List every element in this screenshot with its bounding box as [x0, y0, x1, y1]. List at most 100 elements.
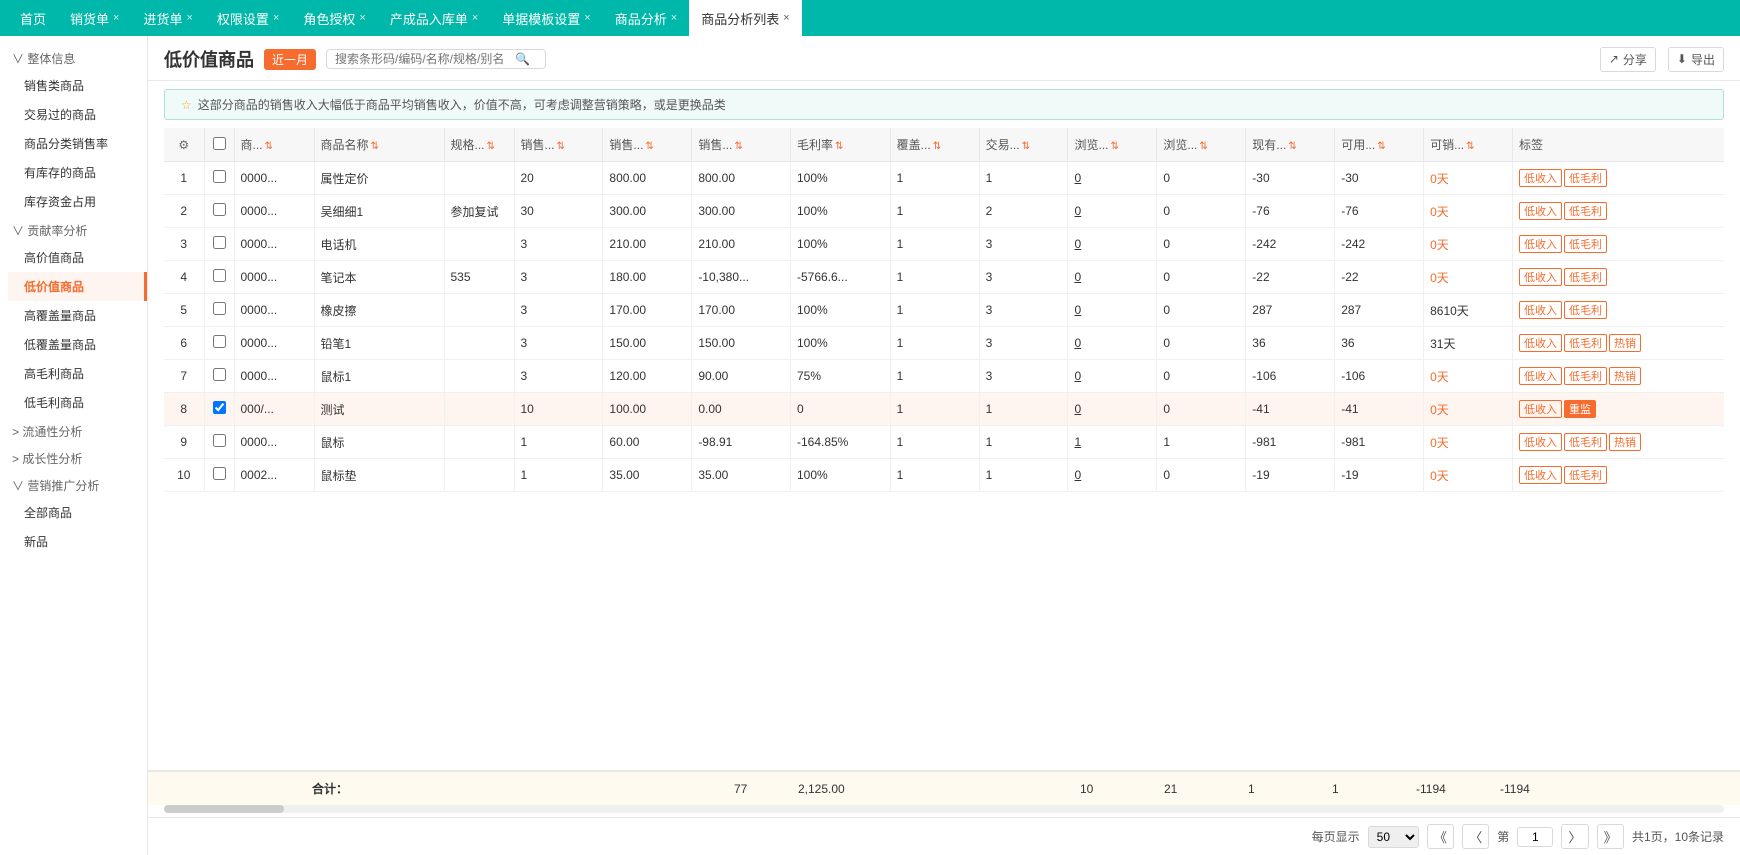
row-select-checkbox[interactable] — [213, 335, 226, 348]
browse-link[interactable]: 0 — [1074, 468, 1081, 482]
th-browse1[interactable]: 浏览...⇅ — [1068, 128, 1157, 162]
row-checkbox[interactable] — [204, 459, 234, 492]
sidebar-section-liquidity[interactable]: > 流通性分析 — [0, 417, 147, 444]
nav-close-analysis[interactable]: × — [671, 12, 677, 24]
row-select-checkbox[interactable] — [213, 203, 226, 216]
th-spec[interactable]: 规格...⇅ — [444, 128, 514, 162]
row-select-checkbox[interactable] — [213, 368, 226, 381]
row-select-checkbox[interactable] — [213, 401, 226, 414]
prev-page-button[interactable]: 〈 — [1462, 824, 1489, 849]
row-s7[interactable]: 0 — [1068, 459, 1157, 492]
nav-purchase-order[interactable]: 进货单 × — [131, 0, 204, 36]
browse-link[interactable]: 0 — [1074, 237, 1081, 251]
nav-close-permission[interactable]: × — [273, 12, 279, 24]
row-checkbox[interactable] — [204, 228, 234, 261]
th-gross-rate[interactable]: 毛利率⇅ — [790, 128, 890, 162]
row-checkbox[interactable] — [204, 261, 234, 294]
sidebar-item-all-products[interactable]: 全部商品 — [8, 498, 147, 527]
sidebar-item-high-profit[interactable]: 高毛利商品 — [8, 359, 147, 388]
th-s2[interactable]: 销售...⇅ — [603, 128, 692, 162]
nav-role-auth[interactable]: 角色授权 × — [291, 0, 377, 36]
nav-close-template[interactable]: × — [584, 12, 590, 24]
th-current-stock[interactable]: 现有...⇅ — [1246, 128, 1335, 162]
scrollbar-thumb[interactable] — [164, 805, 284, 813]
sidebar-section-contribution[interactable]: ∨ 贡献率分析 — [0, 216, 147, 243]
nav-permission[interactable]: 权限设置 × — [205, 0, 291, 36]
export-button[interactable]: ⬇ 导出 — [1668, 47, 1724, 72]
row-select-checkbox[interactable] — [213, 467, 226, 480]
sidebar-item-low-profit[interactable]: 低毛利商品 — [8, 388, 147, 417]
sidebar-item-low-value[interactable]: 低价值商品 — [8, 272, 147, 301]
th-s1[interactable]: 销售...⇅ — [514, 128, 603, 162]
nav-sales-order[interactable]: 销货单 × — [58, 0, 131, 36]
row-select-checkbox[interactable] — [213, 236, 226, 249]
sidebar-item-stock-funds[interactable]: 库存资金占用 — [8, 187, 147, 216]
th-saleable[interactable]: 可销...⇅ — [1424, 128, 1513, 162]
row-checkbox[interactable] — [204, 162, 234, 195]
nav-template-settings[interactable]: 单据模板设置 × — [490, 0, 602, 36]
row-s7[interactable]: 0 — [1068, 327, 1157, 360]
nav-close-purchase[interactable]: × — [186, 12, 192, 24]
th-s3[interactable]: 销售...⇅ — [692, 128, 791, 162]
row-select-checkbox[interactable] — [213, 302, 226, 315]
th-coverage[interactable]: 覆盖...⇅ — [890, 128, 979, 162]
sidebar-item-new-products[interactable]: 新品 — [8, 527, 147, 556]
settings-icon[interactable]: ⚙ — [178, 138, 189, 152]
nav-home[interactable]: 首页 — [8, 0, 58, 36]
sidebar-item-low-coverage[interactable]: 低覆盖量商品 — [8, 330, 147, 359]
horizontal-scrollbar[interactable] — [164, 805, 1724, 813]
nav-close-product-storage[interactable]: × — [472, 12, 478, 24]
row-s7[interactable]: 0 — [1068, 228, 1157, 261]
row-checkbox[interactable] — [204, 195, 234, 228]
last-page-button[interactable]: 》 — [1597, 824, 1624, 849]
row-s7[interactable]: 1 — [1068, 426, 1157, 459]
sidebar-item-traded-products[interactable]: 交易过的商品 — [8, 100, 147, 129]
sidebar-item-sales-products[interactable]: 销售类商品 — [8, 71, 147, 100]
browse-link[interactable]: 0 — [1074, 171, 1081, 185]
row-select-checkbox[interactable] — [213, 170, 226, 183]
sidebar-section-overall[interactable]: ∨ 整体信息 — [0, 44, 147, 71]
nav-close-sales[interactable]: × — [113, 12, 119, 24]
row-s7[interactable]: 0 — [1068, 294, 1157, 327]
row-checkbox[interactable] — [204, 360, 234, 393]
row-s7[interactable]: 0 — [1068, 360, 1157, 393]
row-select-checkbox[interactable] — [213, 269, 226, 282]
row-select-checkbox[interactable] — [213, 434, 226, 447]
browse-link[interactable]: 0 — [1074, 204, 1081, 218]
select-all-checkbox[interactable] — [213, 137, 226, 150]
th-browse2[interactable]: 浏览...⇅ — [1157, 128, 1246, 162]
th-name[interactable]: 商品名称⇅ — [314, 128, 444, 162]
search-icon[interactable]: 🔍 — [515, 52, 530, 66]
sidebar-item-high-value[interactable]: 高价值商品 — [8, 243, 147, 272]
row-s7[interactable]: 0 — [1068, 162, 1157, 195]
row-s7[interactable]: 0 — [1068, 393, 1157, 426]
browse-link[interactable]: 0 — [1074, 369, 1081, 383]
nav-analysis-list[interactable]: 商品分析列表 × — [689, 0, 801, 36]
browse-link[interactable]: 1 — [1074, 435, 1081, 449]
th-settings[interactable]: ⚙ — [164, 128, 204, 162]
row-s7[interactable]: 0 — [1068, 261, 1157, 294]
row-checkbox[interactable] — [204, 294, 234, 327]
th-code[interactable]: 商...⇅ — [234, 128, 314, 162]
nav-close-analysis-list[interactable]: × — [783, 12, 789, 24]
share-button[interactable]: ↗ 分享 — [1600, 47, 1656, 72]
nav-product-analysis[interactable]: 商品分析 × — [603, 0, 689, 36]
sidebar-item-category-rate[interactable]: 商品分类销售率 — [8, 129, 147, 158]
next-page-button[interactable]: 〉 — [1561, 824, 1588, 849]
row-checkbox[interactable] — [204, 327, 234, 360]
row-s7[interactable]: 0 — [1068, 195, 1157, 228]
th-trade[interactable]: 交易...⇅ — [979, 128, 1068, 162]
sidebar-section-growth[interactable]: > 成长性分析 — [0, 444, 147, 471]
page-number-input[interactable] — [1517, 827, 1553, 847]
browse-link[interactable]: 0 — [1074, 303, 1081, 317]
th-available[interactable]: 可用...⇅ — [1335, 128, 1424, 162]
per-page-select[interactable]: 50 10 20 100 — [1368, 826, 1419, 848]
row-checkbox[interactable] — [204, 393, 234, 426]
sidebar-item-high-coverage[interactable]: 高覆盖量商品 — [8, 301, 147, 330]
filter-recent-month[interactable]: 近一月 — [264, 49, 316, 70]
browse-link[interactable]: 0 — [1074, 336, 1081, 350]
browse-link[interactable]: 0 — [1074, 270, 1081, 284]
first-page-button[interactable]: 《 — [1427, 824, 1454, 849]
search-input[interactable] — [335, 52, 515, 66]
nav-product-storage[interactable]: 产成品入库单 × — [378, 0, 490, 36]
